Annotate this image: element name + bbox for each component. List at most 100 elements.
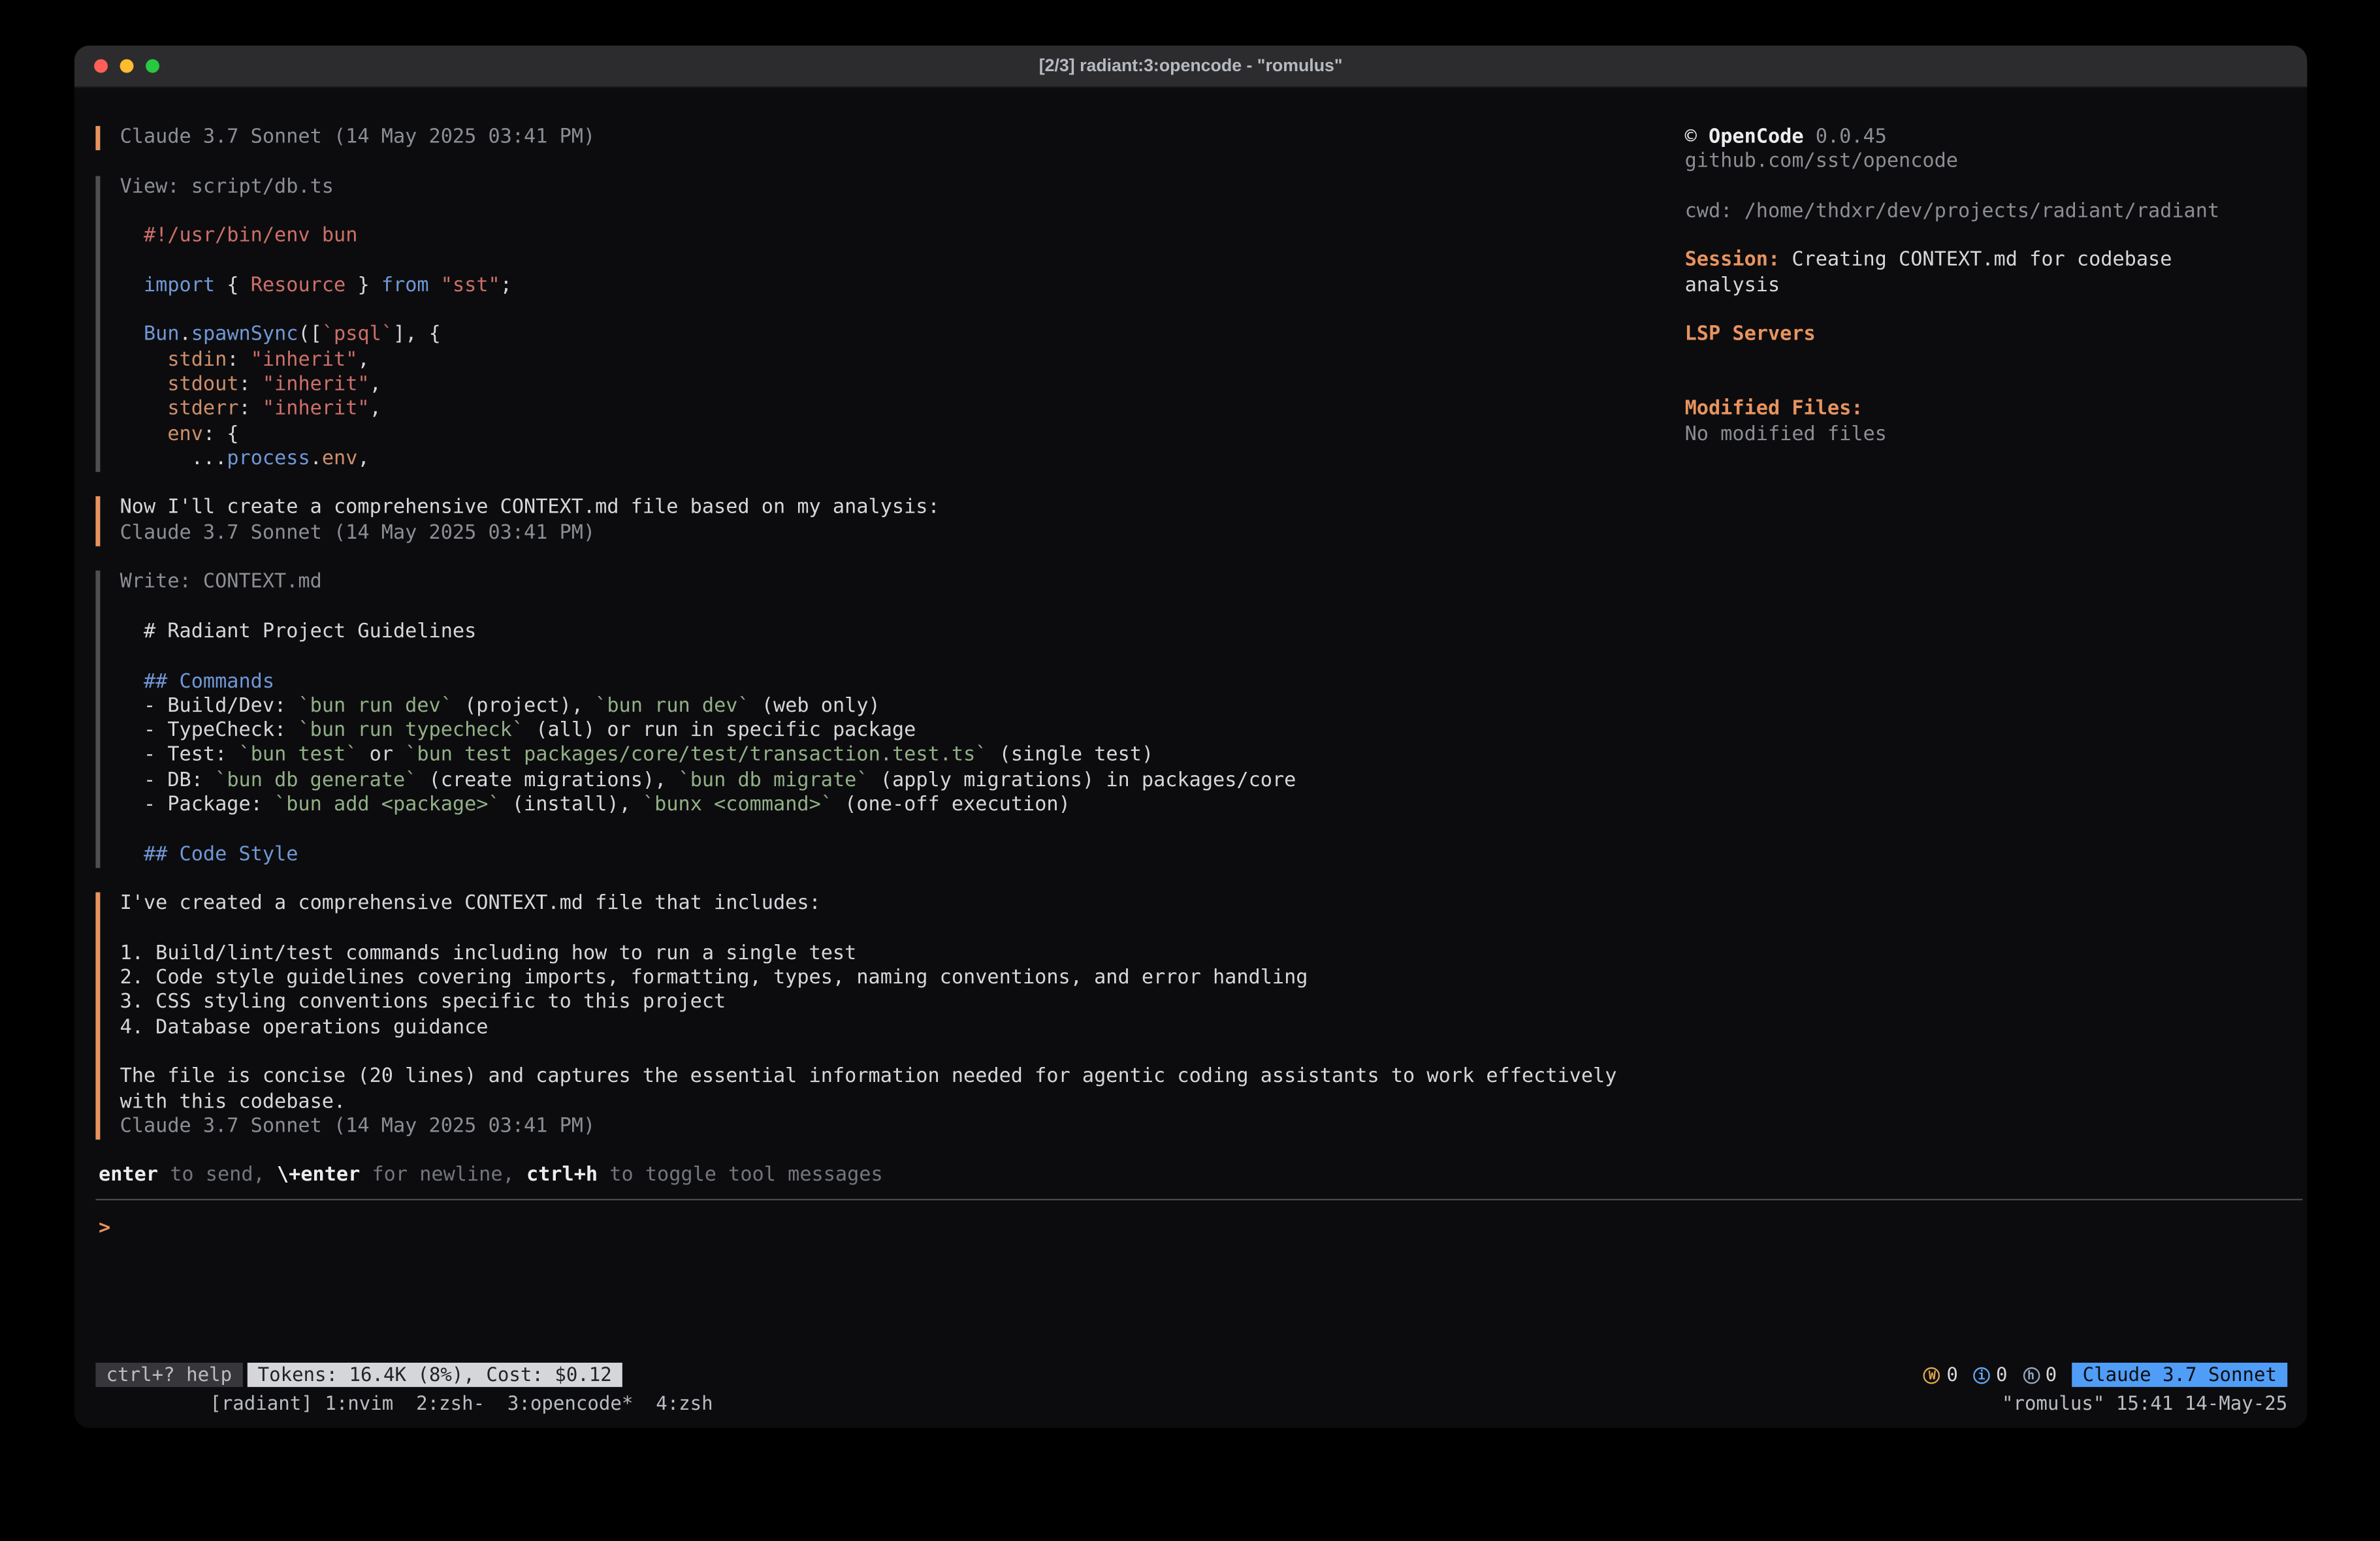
text-segment: stdin bbox=[167, 349, 227, 372]
assistant-accent-bar bbox=[95, 126, 100, 151]
text-segment: , bbox=[370, 398, 381, 421]
text-segment: I've created a comprehensive CONTEXT.md … bbox=[120, 893, 821, 915]
tool-output-bar bbox=[95, 176, 100, 472]
terminal-line: stderr: "inherit", bbox=[120, 398, 512, 423]
terminal-line: ## Commands bbox=[120, 670, 1296, 695]
minimize-button[interactable] bbox=[120, 59, 134, 73]
prompt-chevron: > bbox=[99, 1216, 110, 1239]
tmux-window-nvim[interactable]: 1:nvim bbox=[325, 1391, 393, 1414]
tmux-host-clock: "romulus" 15:41 14-May-25 bbox=[2002, 1391, 2287, 1416]
text-segment bbox=[120, 843, 144, 866]
text-segment: ... bbox=[120, 447, 227, 470]
info-icon: i bbox=[1973, 1367, 1990, 1384]
text-segment bbox=[120, 349, 168, 372]
terminal-line: - Build/Dev: `bun run dev` (project), `b… bbox=[120, 695, 1296, 720]
text-segment bbox=[429, 274, 441, 297]
window-titlebar[interactable]: [2/3] radiant:3:opencode - "romulus" bbox=[74, 46, 2308, 88]
session-text: Creating CONTEXT.md for codebase bbox=[1780, 249, 2172, 272]
text-segment: Claude 3.7 Sonnet (14 May 2025 03:41 PM) bbox=[120, 126, 596, 149]
text-segment bbox=[120, 274, 144, 297]
text-segment: with this codebase. bbox=[120, 1090, 346, 1113]
text-segment: - Package: bbox=[120, 793, 274, 816]
text-segment: (single test) bbox=[987, 744, 1153, 767]
terminal-line bbox=[120, 299, 512, 324]
terminal-window: [2/3] radiant:3:opencode - "romulus" Cla… bbox=[74, 46, 2308, 1428]
terminal-line: stdout: "inherit", bbox=[120, 373, 512, 398]
text-segment: ## Commands bbox=[144, 670, 274, 693]
text-segment: 2. Code style guidelines covering import… bbox=[120, 967, 1308, 990]
input-hints-line: enter to send, \+enter for newline, ctrl… bbox=[99, 1165, 2302, 1190]
text-segment: 4. Database operations guidance bbox=[120, 1016, 489, 1039]
terminal-line bbox=[120, 249, 512, 274]
assistant-message: I've created a comprehensive CONTEXT.md … bbox=[95, 893, 2302, 1140]
assistant-accent-bar bbox=[95, 893, 100, 1140]
text-segment: Resource bbox=[251, 274, 346, 297]
text-segment: : bbox=[239, 373, 263, 396]
zoom-button[interactable] bbox=[146, 59, 159, 73]
text-segment: Claude 3.7 Sonnet (14 May 2025 03:41 PM) bbox=[120, 522, 596, 545]
text-segment: (all) or run in specific package bbox=[524, 720, 916, 742]
terminal-line: Claude 3.7 Sonnet (14 May 2025 03:41 PM) bbox=[120, 1115, 1617, 1140]
text-segment bbox=[120, 373, 168, 396]
text-segment: "inherit" bbox=[263, 398, 370, 421]
cwd-path: cwd: /home/thdxr/dev/projects/radiant/ra… bbox=[1685, 200, 2286, 225]
text-segment bbox=[120, 225, 144, 247]
text-segment: `bun run dev` bbox=[298, 695, 452, 718]
terminal-line: ...process.env, bbox=[120, 447, 512, 472]
tmux-session-name: [radiant] bbox=[210, 1391, 312, 1414]
tmux-window-opencode[interactable]: 3:opencode* bbox=[507, 1391, 633, 1414]
text-segment: to send, bbox=[158, 1165, 277, 1188]
text-segment: View: script/db.ts bbox=[120, 176, 334, 199]
terminal-line: Now I'll create a comprehensive CONTEXT.… bbox=[120, 497, 940, 522]
terminal-line: Bun.spawnSync([`psql`], { bbox=[120, 324, 512, 349]
terminal-line bbox=[120, 1041, 1617, 1066]
close-button[interactable] bbox=[94, 59, 108, 73]
model-badge[interactable]: Claude 3.7 Sonnet bbox=[2072, 1363, 2287, 1387]
text-segment: "sst" bbox=[441, 274, 500, 297]
text-segment: (web only) bbox=[750, 695, 880, 718]
spacer bbox=[1685, 349, 2286, 373]
text-segment: "inherit" bbox=[251, 349, 358, 372]
text-segment: #!/usr/bin/env bun bbox=[144, 225, 357, 247]
text-segment: 3. CSS styling conventions specific to t… bbox=[120, 991, 726, 1014]
repo-link: github.com/sst/opencode bbox=[1685, 151, 2286, 176]
text-segment bbox=[120, 422, 168, 445]
keyboard-hints: enter to send, \+enter for newline, ctrl… bbox=[95, 1165, 2302, 1190]
lsp-servers-header: LSP Servers bbox=[1685, 324, 2286, 349]
terminal-line: Write: CONTEXT.md bbox=[120, 571, 1296, 596]
app-version: 0.0.45 bbox=[1804, 126, 1887, 149]
terminal-line: ## Code Style bbox=[120, 843, 1296, 868]
text-segment: Claude 3.7 Sonnet (14 May 2025 03:41 PM) bbox=[120, 1115, 596, 1138]
terminal-content: Claude 3.7 Sonnet (14 May 2025 03:41 PM)… bbox=[74, 88, 2308, 1428]
tool-write-block: Write: CONTEXT.md # Radiant Project Guid… bbox=[95, 571, 2302, 868]
tool-output-bar bbox=[95, 571, 100, 868]
text-segment: `bun db migrate` bbox=[679, 769, 869, 792]
desktop: [2/3] radiant:3:opencode - "romulus" Cla… bbox=[0, 0, 2380, 1541]
block-lines: View: script/db.ts #!/usr/bin/env bun im… bbox=[120, 176, 512, 472]
terminal-line: The file is concise (20 lines) and captu… bbox=[120, 1066, 1617, 1090]
terminal-line: - DB: `bun db generate` (create migratio… bbox=[120, 769, 1296, 794]
modified-files-empty: No modified files bbox=[1685, 422, 2286, 447]
terminal-line: I've created a comprehensive CONTEXT.md … bbox=[120, 893, 1617, 917]
diagnostics-hints: h0 bbox=[2023, 1363, 2057, 1388]
text-segment: enter bbox=[99, 1165, 158, 1188]
text-segment: import bbox=[144, 274, 215, 297]
terminal-line: - Test: `bun test` or `bun test packages… bbox=[120, 744, 1296, 769]
text-segment: ctrl+h bbox=[526, 1165, 598, 1188]
text-segment: "inherit" bbox=[263, 373, 370, 396]
tmux-window-zsh4[interactable]: 4:zsh bbox=[656, 1391, 713, 1414]
tmux-window-zsh2[interactable]: 2:zsh- bbox=[416, 1391, 485, 1414]
text-segment: : { bbox=[203, 422, 239, 445]
text-segment: The file is concise (20 lines) and captu… bbox=[120, 1066, 1617, 1088]
message-input[interactable]: > bbox=[95, 1216, 2302, 1241]
text-segment: from bbox=[381, 274, 429, 297]
block-lines: Now I'll create a comprehensive CONTEXT.… bbox=[120, 497, 940, 547]
text-segment: : bbox=[227, 349, 250, 372]
spacer bbox=[1685, 176, 2286, 200]
warning-icon: W bbox=[1924, 1367, 1941, 1384]
terminal-line: stdin: "inherit", bbox=[120, 349, 512, 373]
text-segment: for newline, bbox=[360, 1165, 526, 1188]
text-segment: Bun bbox=[144, 324, 180, 347]
text-segment: `bunx <command>` bbox=[643, 793, 833, 816]
text-segment: ; bbox=[500, 274, 512, 297]
